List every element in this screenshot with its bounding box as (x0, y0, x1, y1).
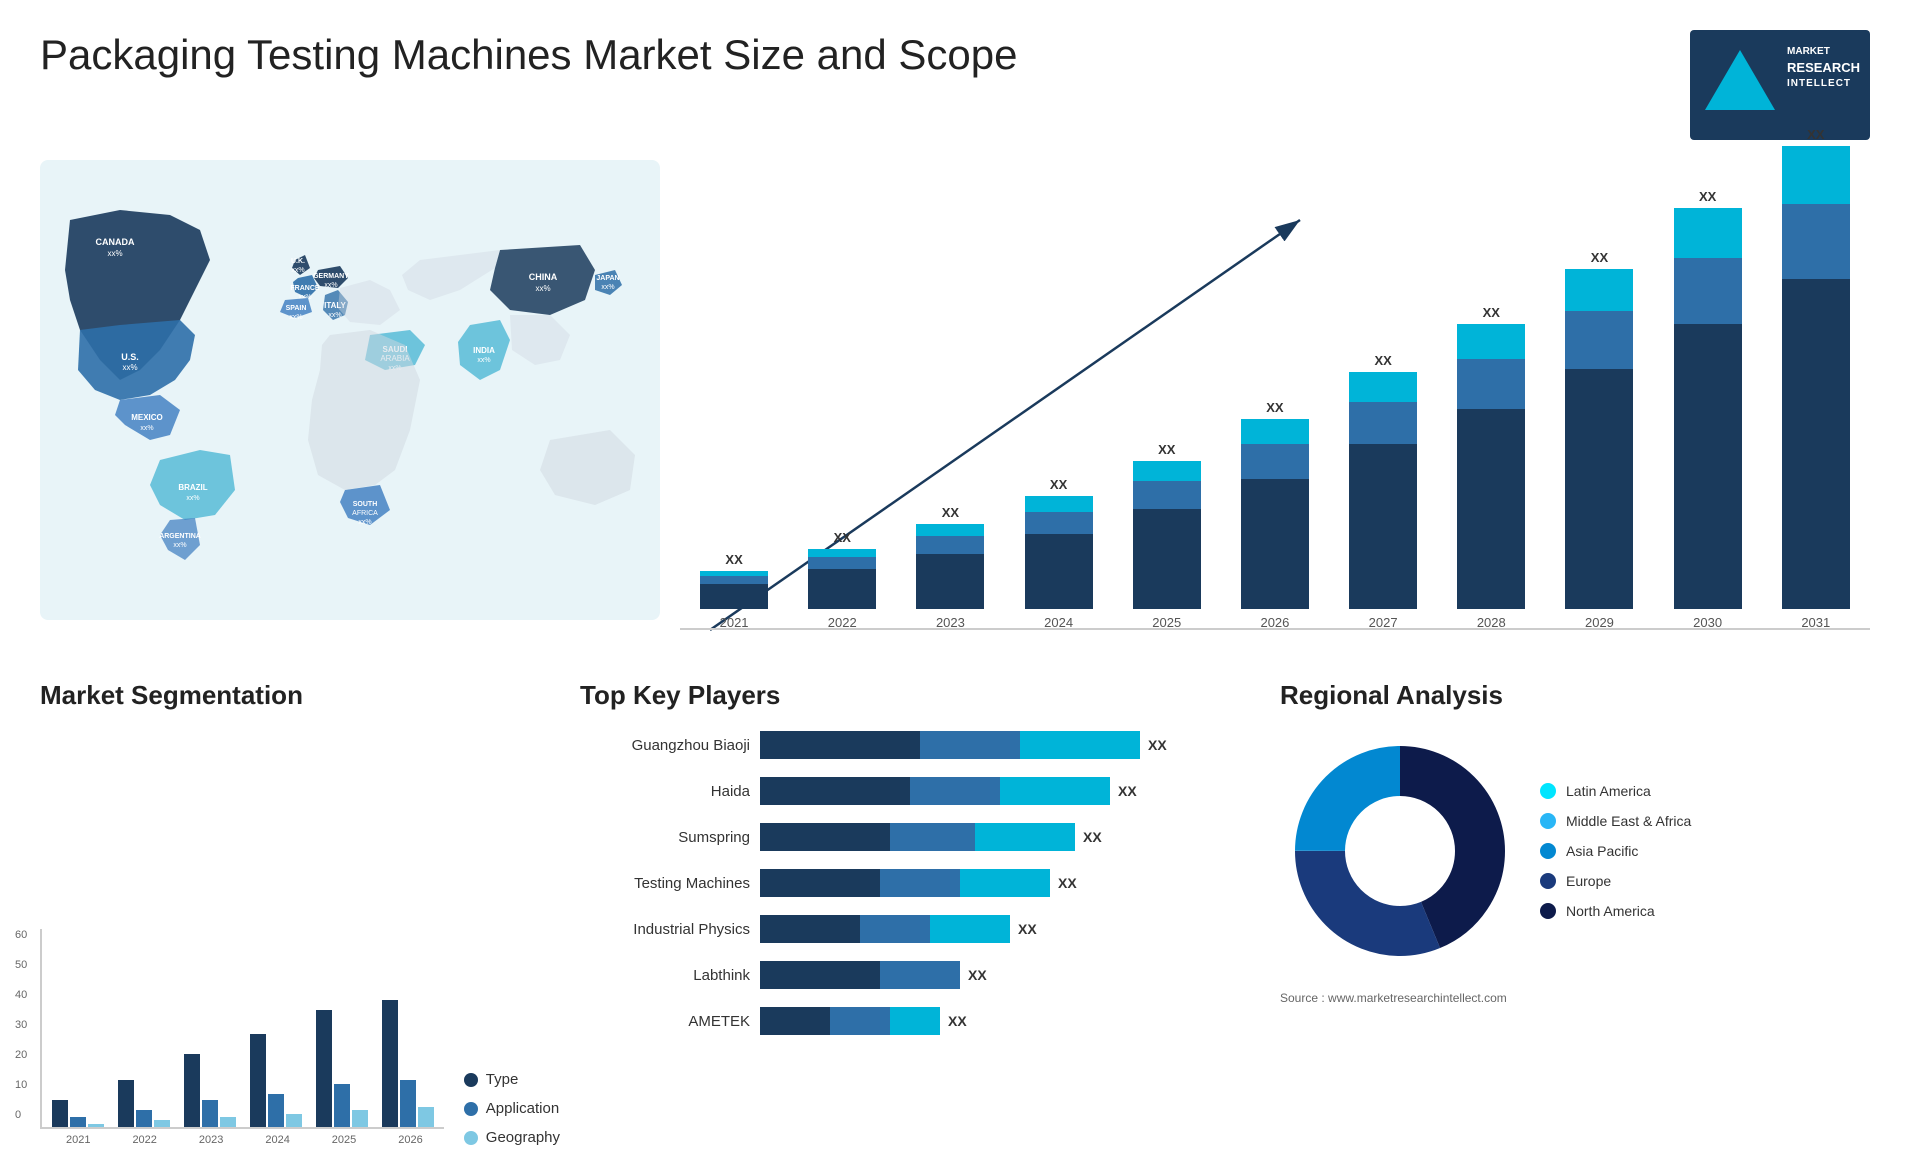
players-section: Top Key Players Guangzhou Biaoji XX Hai (580, 680, 1260, 1146)
players-title: Top Key Players (580, 680, 1260, 711)
legend-north-america: North America (1540, 903, 1691, 919)
logo-text: MARKET RESEARCH INTELLECT (1787, 45, 1860, 91)
source-text: Source : www.marketresearchintellect.com (1280, 991, 1880, 1005)
seg-bar-2021 (52, 1100, 104, 1127)
type-dot (464, 1073, 478, 1087)
middle-east-dot (1540, 813, 1556, 829)
svg-text:xx%: xx% (328, 312, 341, 319)
header: Packaging Testing Machines Market Size a… (0, 0, 1920, 150)
bar-2026: XX 2026 (1241, 400, 1309, 630)
svg-text:xx%: xx% (358, 519, 371, 526)
regional-legend: Latin America Middle East & Africa Asia … (1540, 783, 1691, 919)
legend-asia-pacific: Asia Pacific (1540, 843, 1691, 859)
svg-text:SOUTH: SOUTH (353, 501, 378, 508)
svg-text:BRAZIL: BRAZIL (178, 483, 207, 492)
player-labthink: Labthink XX (580, 961, 1260, 989)
bar-2024: XX 2024 (1025, 477, 1093, 630)
svg-text:xx%: xx% (122, 363, 137, 372)
svg-text:xx%: xx% (289, 314, 302, 321)
player-guangzhou: Guangzhou Biaoji XX (580, 731, 1260, 759)
seg-bar-2025 (316, 1010, 368, 1127)
svg-text:xx%: xx% (140, 425, 153, 432)
segmentation-legend: Type Application Geography (464, 1071, 560, 1146)
north-america-dot (1540, 903, 1556, 919)
legend-middle-east: Middle East & Africa (1540, 813, 1691, 829)
bar-chart-section: XX 2021 XX 2022 (660, 150, 1900, 670)
regional-title: Regional Analysis (1280, 680, 1880, 711)
bar-2031: XX 2031 (1782, 127, 1850, 630)
page-title: Packaging Testing Machines Market Size a… (40, 30, 1017, 80)
svg-text:xx%: xx% (291, 267, 304, 274)
asia-pacific-dot (1540, 843, 1556, 859)
players-bars: Guangzhou Biaoji XX Haida (580, 731, 1260, 1035)
svg-text:xx%: xx% (186, 495, 199, 502)
player-industrial-physics: Industrial Physics XX (580, 915, 1260, 943)
svg-text:CANADA: CANADA (96, 237, 135, 247)
europe-dot (1540, 873, 1556, 889)
application-dot (464, 1102, 478, 1116)
svg-text:GERMANY: GERMANY (313, 273, 349, 280)
logo-box: MARKET RESEARCH INTELLECT (1690, 30, 1870, 140)
player-haida: Haida XX (580, 777, 1260, 805)
bottom-grid: Market Segmentation 0 10 20 30 40 50 60 (20, 670, 1900, 1156)
segmentation-section: Market Segmentation 0 10 20 30 40 50 60 (40, 680, 560, 1146)
donut-area: Latin America Middle East & Africa Asia … (1280, 731, 1880, 971)
svg-text:xx%: xx% (477, 357, 490, 364)
legend-europe: Europe (1540, 873, 1691, 889)
player-testing-machines: Testing Machines XX (580, 869, 1260, 897)
map-svg: CANADA xx% U.S. xx% MEXICO xx% BRAZIL xx… (40, 160, 660, 620)
svg-text:U.K.: U.K. (291, 258, 305, 265)
geography-dot (464, 1131, 478, 1145)
svg-text:xx%: xx% (535, 284, 550, 293)
latin-america-dot (1540, 783, 1556, 799)
bar-2027: XX 2027 (1349, 353, 1417, 630)
bar-2028: XX 2028 (1457, 305, 1525, 630)
svg-text:MEXICO: MEXICO (131, 413, 163, 422)
svg-text:CHINA: CHINA (529, 272, 558, 282)
logo-triangle-icon (1705, 50, 1775, 110)
player-sumspring: Sumspring XX (580, 823, 1260, 851)
content-grid: CANADA xx% U.S. xx% MEXICO xx% BRAZIL xx… (0, 150, 1920, 1156)
legend-geography: Geography (464, 1129, 560, 1146)
donut-chart (1280, 731, 1520, 971)
svg-text:FRANCE: FRANCE (290, 285, 319, 292)
segmentation-chart-area: 0 10 20 30 40 50 60 (40, 721, 560, 1146)
seg-bar-2026 (382, 1000, 434, 1127)
bar-2023: XX 2023 (916, 505, 984, 630)
svg-text:xx%: xx% (107, 249, 122, 258)
svg-text:AFRICA: AFRICA (352, 510, 378, 517)
map-section: CANADA xx% U.S. xx% MEXICO xx% BRAZIL xx… (20, 150, 660, 670)
svg-text:xx%: xx% (173, 542, 186, 549)
bar-2030: XX 2030 (1674, 189, 1742, 630)
bar-2021: XX 2021 (700, 552, 768, 630)
bar-2022: XX 2022 (808, 530, 876, 630)
world-map: CANADA xx% U.S. xx% MEXICO xx% BRAZIL xx… (40, 160, 640, 640)
legend-type: Type (464, 1071, 560, 1088)
svg-text:SPAIN: SPAIN (286, 305, 307, 312)
svg-text:ARGENTINA: ARGENTINA (159, 533, 201, 540)
seg-bar-2022 (118, 1080, 170, 1127)
regional-section: Regional Analysis (1280, 680, 1880, 1146)
svg-text:xx%: xx% (601, 284, 614, 291)
bar-2029: XX 2029 (1565, 250, 1633, 630)
svg-text:xx%: xx% (324, 282, 337, 289)
legend-latin-america: Latin America (1540, 783, 1691, 799)
svg-text:U.S.: U.S. (121, 352, 139, 362)
player-ametek: AMETEK XX (580, 1007, 1260, 1035)
seg-bar-2024 (250, 1034, 302, 1127)
svg-text:JAPAN: JAPAN (596, 275, 619, 282)
logo-area: MARKET RESEARCH INTELLECT (1680, 30, 1880, 140)
seg-bar-2023 (184, 1054, 236, 1127)
bar-2025: XX 2025 (1133, 442, 1201, 630)
svg-text:INDIA: INDIA (473, 346, 495, 355)
segmentation-title: Market Segmentation (40, 680, 560, 711)
legend-application: Application (464, 1100, 560, 1117)
